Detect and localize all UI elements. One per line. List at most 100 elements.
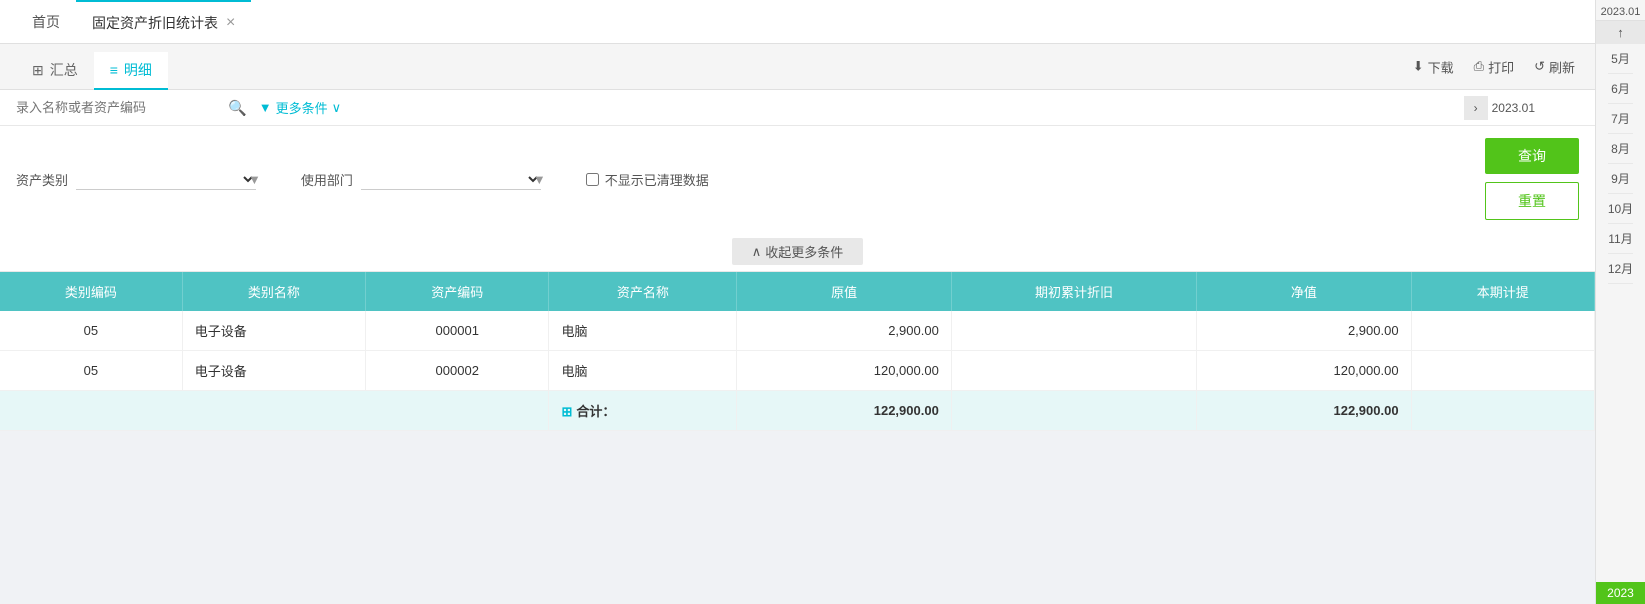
reset-button[interactable]: 重置: [1485, 182, 1579, 220]
active-tab-label: 固定资产折旧统计表: [92, 13, 218, 33]
summary-icon: ⊞: [32, 62, 44, 79]
total-current-period: [1411, 391, 1594, 431]
tab-summary-label: 汇总: [50, 60, 78, 80]
asset-category-field: 资产类别 ▼: [16, 168, 261, 190]
search-icon[interactable]: 🔍: [228, 99, 247, 117]
collapse-button[interactable]: ∧ 收起更多条件: [732, 238, 864, 265]
asset-category-dropdown-icon: ▼: [248, 172, 261, 187]
table-row: 05 电子设备 000001 电脑 2,900.00 2,900.00: [0, 311, 1595, 351]
download-button[interactable]: ⬇ 下载: [1413, 57, 1454, 76]
total-text: ⊞合计：: [549, 391, 737, 431]
tab-summary[interactable]: ⊞ 汇总: [16, 52, 94, 90]
cell-original-value: 120,000.00: [737, 351, 951, 391]
col-header-category-name: 类别名称: [182, 272, 365, 311]
date-nav: › 2023.01: [1464, 96, 1535, 120]
cell-category-code: 05: [0, 351, 182, 391]
right-panel-scroll-up[interactable]: ↑: [1596, 21, 1645, 44]
filter-bar: 🔍 ▼ 更多条件 ∨ › 2023.01: [0, 90, 1595, 126]
collapse-label: 收起更多条件: [765, 242, 843, 261]
filter-icon: ▼: [259, 100, 272, 115]
date-nav-forward[interactable]: ›: [1464, 96, 1488, 120]
month-item[interactable]: 10月: [1608, 194, 1633, 224]
asset-category-label: 资产类别: [16, 170, 68, 189]
cell-original-value: 2,900.00: [737, 311, 951, 351]
table-total-row: ⊞合计： 122,900.00 122,900.00: [0, 391, 1595, 431]
total-icon: ⊞: [561, 404, 572, 419]
asset-category-select[interactable]: [76, 168, 256, 190]
col-header-current-period: 本期计提: [1411, 272, 1594, 311]
use-department-label: 使用部门: [301, 170, 353, 189]
col-header-accumulated-dep: 期初累计折旧: [951, 272, 1196, 311]
month-item[interactable]: 7月: [1608, 104, 1633, 134]
current-date-display: 2023.01: [1492, 101, 1535, 115]
search-input[interactable]: [16, 100, 216, 115]
cell-accumulated-dep: [951, 311, 1196, 351]
refresh-label: 刷新: [1549, 57, 1575, 76]
table-row: 05 电子设备 000002 电脑 120,000.00 120,000.00: [0, 351, 1595, 391]
table-header-row: 类别编码 类别名称 资产编码 资产名称 原值 期初累计折旧 净值 本期计提: [0, 272, 1595, 311]
cell-current-period: [1411, 351, 1594, 391]
cell-category-name: 电子设备: [182, 311, 365, 351]
adv-filter-row: 资产类别 ▼ 使用部门 ▼ 不显示已清理数据: [16, 138, 1579, 220]
active-tab[interactable]: 固定资产折旧统计表 ×: [76, 0, 251, 43]
cell-category-name: 电子设备: [182, 351, 365, 391]
download-label: 下载: [1428, 57, 1454, 76]
more-conditions-label: 更多条件: [276, 98, 328, 117]
hide-cleared-checkbox[interactable]: [586, 173, 599, 186]
detail-icon: ≡: [110, 62, 118, 78]
col-header-original-value: 原值: [737, 272, 951, 311]
cell-net-value: 2,900.00: [1197, 311, 1411, 351]
collapse-bar: ∧ 收起更多条件: [16, 232, 1579, 271]
refresh-button[interactable]: ↺ 刷新: [1534, 57, 1575, 76]
cell-net-value: 120,000.00: [1197, 351, 1411, 391]
print-icon: ⎙: [1474, 59, 1484, 75]
main-content: ⊞ 汇总 ≡ 明细 ⬇ 下载 ⎙ 打印 ↺ 刷新: [0, 44, 1595, 431]
month-item[interactable]: 11月: [1608, 224, 1633, 254]
hide-cleared-field: 不显示已清理数据: [586, 170, 709, 189]
tab-detail[interactable]: ≡ 明细: [94, 52, 168, 90]
data-table-wrap: 类别编码 类别名称 资产编码 资产名称 原值 期初累计折旧 净值 本期计提 05…: [0, 272, 1595, 431]
col-header-asset-name: 资产名称: [549, 272, 737, 311]
collapse-icon: ∧: [752, 244, 762, 260]
data-table: 类别编码 类别名称 资产编码 资产名称 原值 期初累计折旧 净值 本期计提 05…: [0, 272, 1595, 431]
download-icon: ⬇: [1413, 59, 1424, 75]
col-header-net-value: 净值: [1197, 272, 1411, 311]
col-header-asset-code: 资产编码: [366, 272, 549, 311]
advanced-filter: 资产类别 ▼ 使用部门 ▼ 不显示已清理数据: [0, 126, 1595, 272]
use-department-field: 使用部门 ▼: [301, 168, 546, 190]
total-net-value: 122,900.00: [1197, 391, 1411, 431]
col-header-category-code: 类别编码: [0, 272, 182, 311]
month-item[interactable]: 8月: [1608, 134, 1633, 164]
use-department-select[interactable]: [361, 168, 541, 190]
filter-actions: 查询 重置: [1485, 138, 1579, 220]
cell-asset-name: 电脑: [549, 311, 737, 351]
total-original-value: 122,900.00: [737, 391, 951, 431]
nav-home[interactable]: 首页: [16, 0, 76, 43]
cell-asset-code: 000002: [366, 351, 549, 391]
cell-accumulated-dep: [951, 351, 1196, 391]
toolbar-right: ⬇ 下载 ⎙ 打印 ↺ 刷新: [1413, 57, 1575, 76]
hide-cleared-label: 不显示已清理数据: [605, 170, 709, 189]
query-button[interactable]: 查询: [1485, 138, 1579, 174]
month-item[interactable]: 9月: [1608, 164, 1633, 194]
right-panel-year[interactable]: 2023: [1596, 582, 1645, 604]
total-label: [0, 391, 549, 431]
month-item[interactable]: 5月: [1608, 44, 1633, 74]
cell-asset-name: 电脑: [549, 351, 737, 391]
right-panel: 2023.01 ↑ 5月6月7月8月9月10月11月12月 2023: [1595, 0, 1645, 604]
month-item[interactable]: 12月: [1608, 254, 1633, 284]
total-accumulated-dep: [951, 391, 1196, 431]
more-conditions-button[interactable]: ▼ 更多条件 ∨: [259, 98, 341, 117]
print-label: 打印: [1488, 57, 1514, 76]
month-item[interactable]: 6月: [1608, 74, 1633, 104]
sub-tabs-bar: ⊞ 汇总 ≡ 明细 ⬇ 下载 ⎙ 打印 ↺ 刷新: [0, 44, 1595, 90]
tab-detail-label: 明细: [124, 60, 152, 80]
top-nav: 首页 固定资产折旧统计表 × ×: [0, 0, 1645, 44]
chevron-down-icon: ∨: [332, 100, 342, 116]
refresh-icon: ↺: [1534, 59, 1545, 75]
cell-category-code: 05: [0, 311, 182, 351]
tab-close-icon[interactable]: ×: [226, 15, 235, 31]
print-button[interactable]: ⎙ 打印: [1474, 57, 1514, 76]
cell-current-period: [1411, 311, 1594, 351]
use-department-dropdown-icon: ▼: [533, 172, 546, 187]
